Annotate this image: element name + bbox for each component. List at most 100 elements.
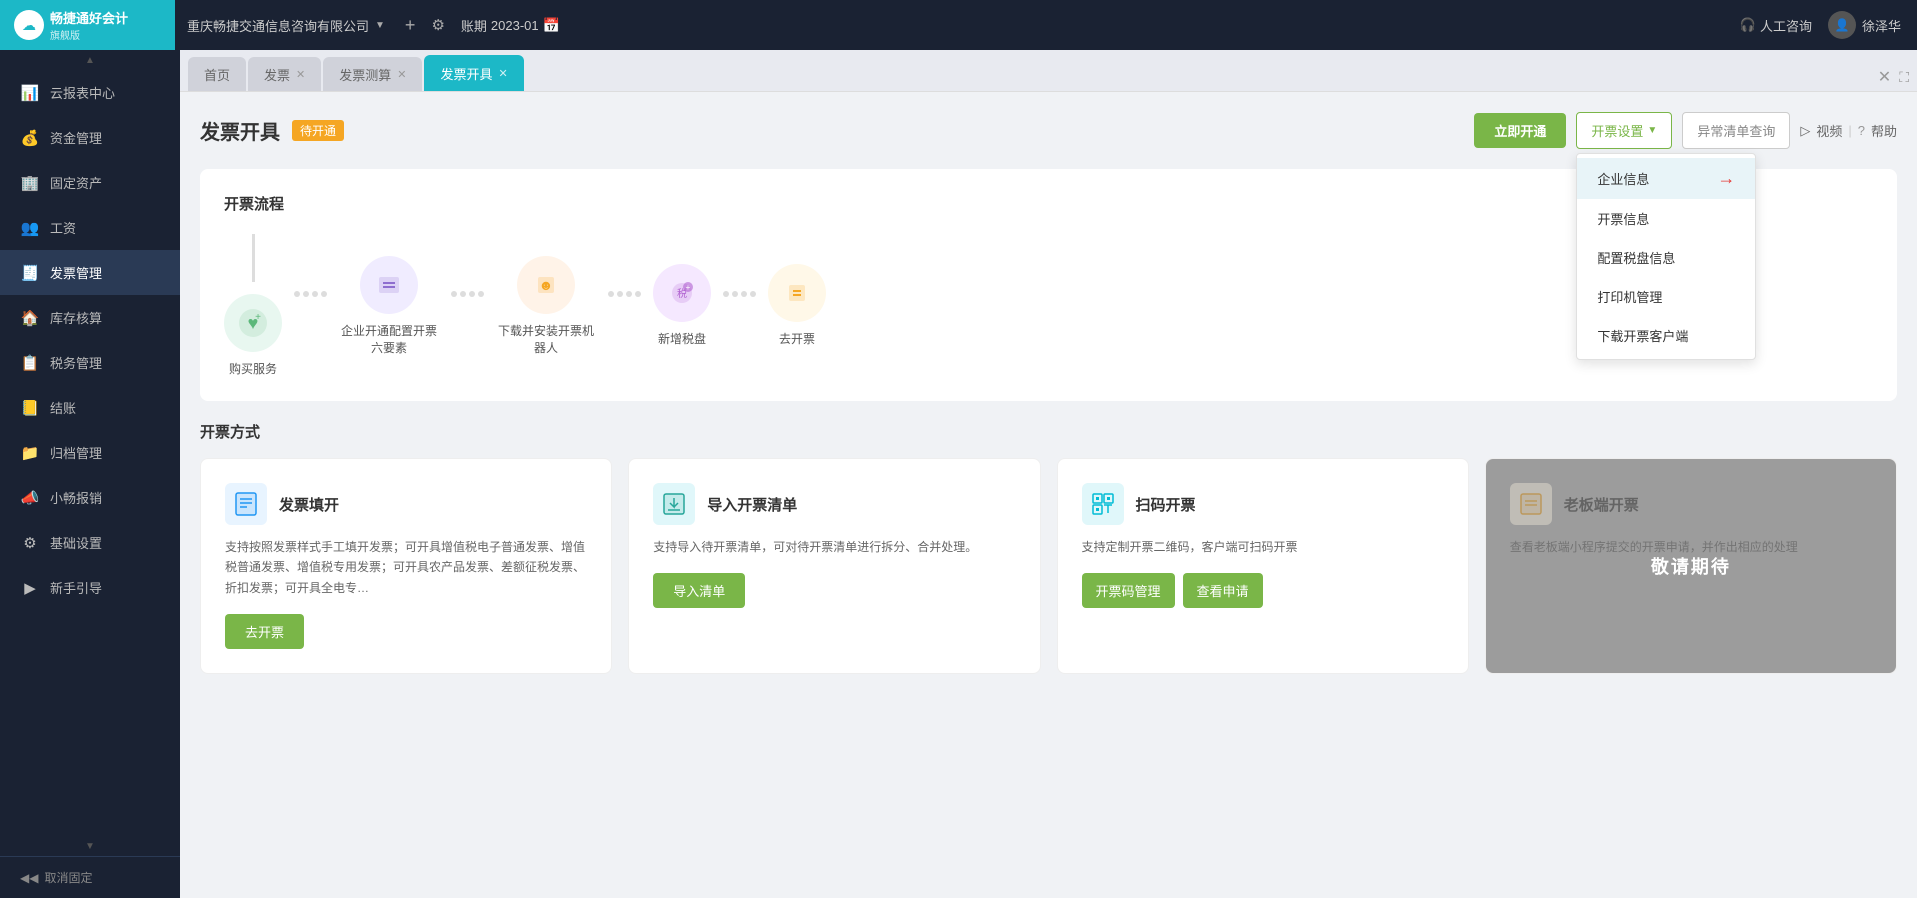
step-4: 税+ 新增税盘 [653, 264, 711, 347]
connector-1 [282, 291, 339, 297]
tab-bar: 首页 发票 ✕ 发票测算 ✕ 发票开具 ✕ ✕ ⛶ [180, 50, 1917, 92]
settings-icon[interactable]: ⚙ [423, 16, 452, 34]
sidebar-label: 小畅报销 [50, 488, 102, 507]
sidebar-scroll-up[interactable]: ▲ [0, 50, 180, 70]
play-icon[interactable]: ▷ [1800, 123, 1810, 139]
step-1-icon: ♥+ [224, 294, 282, 352]
sidebar-scroll-down[interactable]: ▼ [0, 836, 180, 856]
maximize-window-icon[interactable]: ⛶ [1899, 69, 1909, 86]
sidebar-item-xiaochang[interactable]: 📣 小畅报销 [0, 475, 180, 520]
sidebar-item-xinshouyindao[interactable]: ▶ 新手引导 [0, 565, 180, 610]
sidebar-item-gudingzichan[interactable]: 🏢 固定资产 [0, 160, 180, 205]
fapiao-icon: 🧾 [20, 264, 40, 282]
help-icon: ? [1858, 123, 1865, 138]
settings-label: 开票设置 [1591, 121, 1643, 140]
video-help-area: ▷ 视频 | ? 帮助 [1800, 121, 1897, 140]
connector-3 [596, 291, 653, 297]
step-5-icon [768, 264, 826, 322]
sidebar-item-guidang[interactable]: 📁 归档管理 [0, 430, 180, 475]
headset-icon: 🎧 [1740, 17, 1756, 33]
app-sub: 旗舰版 [50, 27, 128, 42]
sidebar-item-fapiao[interactable]: 🧾 发票管理 [0, 250, 180, 295]
saoma-desc: 支持定制开票二维码，客户端可扫码开票 [1082, 537, 1444, 557]
step-3: ☻ 下载并安装开票机器人 [496, 256, 596, 356]
cancel-label: 取消固定 [44, 869, 92, 886]
page-title: 发票开具 [200, 116, 280, 145]
tab-fapiao-kaiju[interactable]: 发票开具 ✕ [424, 55, 523, 91]
jiezhang-icon: 📒 [20, 399, 40, 417]
period-info: 账期 2023-01 📅 [453, 16, 568, 35]
sidebar-item-jiezhang[interactable]: 📒 结账 [0, 385, 180, 430]
saoma-btn1[interactable]: 开票码管理 [1082, 573, 1175, 608]
help-label[interactable]: 帮助 [1871, 121, 1897, 140]
settings-btn[interactable]: 开票设置 ▼ [1576, 112, 1672, 149]
svg-text:+: + [686, 283, 691, 292]
user-area[interactable]: 👤 徐泽华 [1828, 11, 1901, 39]
shuiwu-icon: 📋 [20, 354, 40, 372]
settings-dropdown-container: 开票设置 ▼ 企业信息 → 开票信息 [1576, 112, 1672, 149]
gudingzichan-icon: 🏢 [20, 174, 40, 192]
method-card-laoban: 老板端开票 查看老板端小程序提交的开票申请，并作出相应的处理 敬请期待 [1485, 458, 1897, 674]
step-1-label: 购买服务 [229, 360, 277, 377]
step-5: 去开票 [768, 264, 826, 347]
sidebar-label: 库存核算 [50, 308, 102, 327]
video-label[interactable]: 视频 [1816, 121, 1842, 140]
sidebar-label: 固定资产 [50, 173, 102, 192]
sidebar-item-gongzi[interactable]: 👥 工资 [0, 205, 180, 250]
step-2-label: 企业开通配置开票六要素 [339, 322, 439, 356]
consult-label: 人工咨询 [1760, 16, 1812, 35]
period-value: 2023-01 [491, 18, 539, 33]
dropdown-item-xiazai[interactable]: 下载开票客户端 [1577, 316, 1755, 355]
cancel-fixed-btn[interactable]: ◀◀ 取消固定 [0, 856, 180, 898]
tab-fapiao-cesuan[interactable]: 发票测算 ✕ [323, 57, 422, 91]
activate-btn[interactable]: 立即开通 [1474, 113, 1566, 148]
tiankao-icon [225, 483, 267, 525]
dropdown-label: 开票信息 [1597, 212, 1649, 227]
step-4-label: 新增税盘 [658, 330, 706, 347]
sidebar-item-shuiwu[interactable]: 📋 税务管理 [0, 340, 180, 385]
abnormal-btn[interactable]: 异常清单查询 [1682, 112, 1790, 149]
sidebar-label: 税务管理 [50, 353, 102, 372]
saoma-btn2[interactable]: 查看申请 [1183, 573, 1263, 608]
sidebar-item-jichushezhi[interactable]: ⚙ 基础设置 [0, 520, 180, 565]
consult-btn[interactable]: 🎧 人工咨询 [1740, 16, 1812, 35]
connector-4 [711, 291, 768, 297]
settings-dropdown-menu: 企业信息 → 开票信息 配置税盘信息 打印机管理 [1576, 153, 1756, 360]
tab-close-icon[interactable]: ✕ [296, 68, 305, 81]
step-3-icon: ☻ [517, 256, 575, 314]
tiankao-btn[interactable]: 去开票 [225, 614, 304, 649]
sidebar-label: 工资 [50, 218, 76, 237]
connector-2 [439, 291, 496, 297]
tab-close-icon[interactable]: ✕ [499, 67, 508, 80]
sidebar-item-kucun[interactable]: 🏠 库存核算 [0, 295, 180, 340]
logo-area: ☁ 畅捷通好会计 旗舰版 [0, 0, 175, 50]
sidebar-item-yunbiaobiao[interactable]: 📊 云报表中心 [0, 70, 180, 115]
calendar-icon[interactable]: 📅 [543, 17, 560, 34]
tab-fapiao[interactable]: 发票 ✕ [248, 57, 321, 91]
company-selector[interactable]: 重庆畅捷交通信息咨询有限公司 ▼ [175, 12, 397, 39]
dropdown-item-qiyeinfo[interactable]: 企业信息 → [1577, 158, 1755, 199]
saoma-title: 扫码开票 [1136, 494, 1196, 515]
svg-text:☻: ☻ [539, 277, 554, 293]
dropdown-item-kaipiao[interactable]: 开票信息 [1577, 199, 1755, 238]
sidebar-item-zijin[interactable]: 💰 资金管理 [0, 115, 180, 160]
daoru-title: 导入开票清单 [707, 494, 797, 515]
method-card-tiankao: 发票填开 支持按照发票样式手工填开发票；可开具增值税电子普通发票、增值税普通发票… [200, 458, 612, 674]
daoru-btn[interactable]: 导入清单 [653, 573, 745, 608]
sidebar-label: 结账 [50, 398, 76, 417]
tab-close-icon[interactable]: ✕ [397, 68, 406, 81]
dropdown-label: 企业信息 [1597, 169, 1649, 188]
close-window-icon[interactable]: ✕ [1878, 67, 1891, 87]
overlay-text: 敬请期待 [1651, 553, 1731, 579]
dropdown-label: 打印机管理 [1597, 290, 1662, 305]
add-tab-btn[interactable]: + [397, 15, 424, 36]
kucun-icon: 🏠 [20, 309, 40, 327]
svg-text:+: + [255, 312, 261, 323]
dropdown-item-dayinji[interactable]: 打印机管理 [1577, 277, 1755, 316]
sidebar: ▲ 📊 云报表中心 💰 资金管理 🏢 固定资产 👥 工资 🧾 发票管理 🏠 库存… [0, 50, 180, 898]
step-4-icon: 税+ [653, 264, 711, 322]
daoru-desc: 支持导入待开票清单，可对待开票清单进行拆分、合并处理。 [653, 537, 1015, 557]
dropdown-item-peizhi[interactable]: 配置税盘信息 [1577, 238, 1755, 277]
xinshou-icon: ▶ [20, 579, 40, 597]
tab-home[interactable]: 首页 [188, 57, 246, 91]
